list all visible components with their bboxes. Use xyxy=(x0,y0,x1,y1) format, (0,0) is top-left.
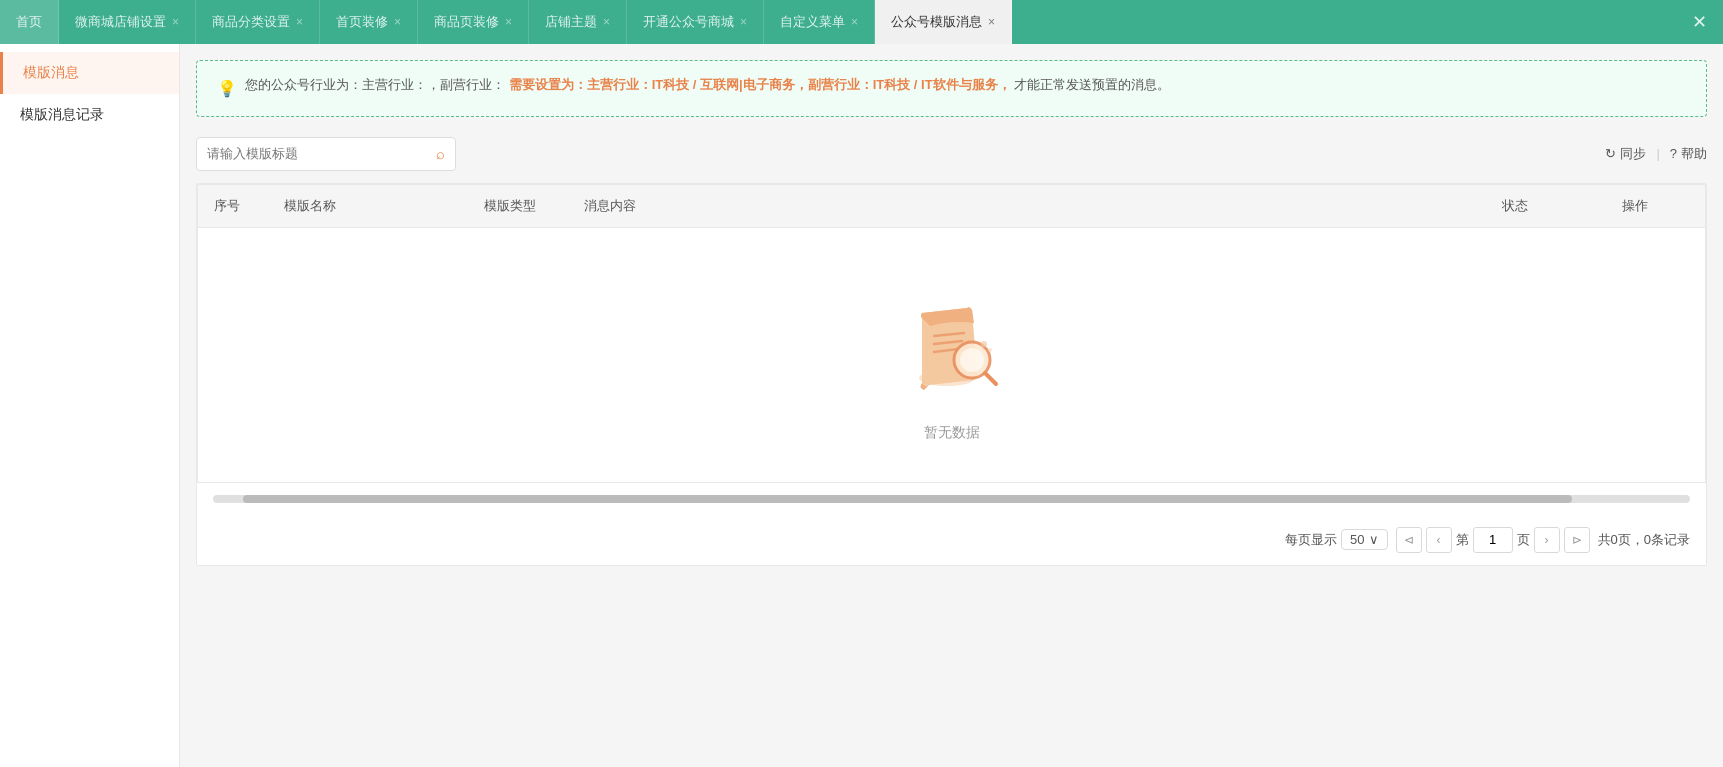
page-size-select: 每页显示 50 ∨ xyxy=(1285,529,1387,550)
page-size-dropdown[interactable]: 50 ∨ xyxy=(1341,529,1387,550)
col-header-content: 消息内容 xyxy=(568,184,1486,227)
main-content: 💡 您的公众号行业为：主营行业：，副营行业： 需要设置为：主营行业：IT科技 /… xyxy=(180,44,1723,767)
search-icon[interactable]: ⌕ xyxy=(436,145,445,162)
svg-point-8 xyxy=(988,348,992,352)
nav-tab-template-msg[interactable]: 公众号模版消息 × xyxy=(875,0,1012,44)
close-home-decor[interactable]: × xyxy=(394,16,401,28)
close-open-mall[interactable]: × xyxy=(740,16,747,28)
notice-banner: 💡 您的公众号行业为：主营行业：，副营行业： 需要设置为：主营行业：IT科技 /… xyxy=(196,60,1707,117)
nav-tab-category-settings[interactable]: 商品分类设置 × xyxy=(196,0,320,44)
close-store-theme[interactable]: × xyxy=(603,16,610,28)
close-all-tabs-button[interactable]: ✕ xyxy=(1676,0,1723,44)
nav-tab-home-decor[interactable]: 首页装修 × xyxy=(320,0,418,44)
sync-icon: ↻ xyxy=(1605,146,1616,161)
first-page-button[interactable]: ⊲ xyxy=(1396,527,1422,553)
next-page-button[interactable]: › xyxy=(1534,527,1560,553)
close-custom-menu[interactable]: × xyxy=(851,16,858,28)
page-total: 共0页，0条记录 xyxy=(1598,531,1690,549)
dropdown-icon: ∨ xyxy=(1369,532,1379,547)
empty-icon xyxy=(892,288,1012,408)
close-template-msg[interactable]: × xyxy=(988,16,995,28)
table-header: 序号 模版名称 模版类型 消息内容 状态 操作 xyxy=(198,184,1706,227)
col-header-index: 序号 xyxy=(198,184,268,227)
page-nav: ⊲ ‹ 第 页 › ⊳ xyxy=(1396,527,1590,553)
svg-line-6 xyxy=(985,373,996,384)
nav-tab-store-settings[interactable]: 微商城店铺设置 × xyxy=(59,0,196,44)
sidebar-item-template-msg[interactable]: 模版消息 xyxy=(0,52,179,94)
page-number-input[interactable] xyxy=(1473,527,1513,553)
nav-tab-product-decor[interactable]: 商品页装修 × xyxy=(418,0,529,44)
table-container: 序号 模版名称 模版类型 消息内容 状态 操作 xyxy=(196,183,1707,566)
top-nav: 首页 微商城店铺设置 × 商品分类设置 × 首页装修 × 商品页装修 × 店铺主… xyxy=(0,0,1723,44)
close-product-decor[interactable]: × xyxy=(505,16,512,28)
search-input[interactable] xyxy=(207,146,436,161)
nav-tab-open-mall[interactable]: 开通公众号商城 × xyxy=(627,0,764,44)
horizontal-scrollbar[interactable] xyxy=(197,483,1706,515)
notice-text: 您的公众号行业为：主营行业：，副营行业： 需要设置为：主营行业：IT科技 / 互… xyxy=(245,75,1170,96)
last-page-button[interactable]: ⊳ xyxy=(1564,527,1590,553)
col-header-status: 状态 xyxy=(1486,184,1606,227)
table-body: 暂无数据 xyxy=(198,227,1706,482)
main-layout: 模版消息 模版消息记录 💡 您的公众号行业为：主营行业：，副营行业： 需要设置为… xyxy=(0,44,1723,767)
search-bar: ⌕ ↻ 同步 | ? 帮助 xyxy=(196,137,1707,171)
toolbar-right: ↻ 同步 | ? 帮助 xyxy=(1605,145,1707,163)
help-button[interactable]: ? 帮助 xyxy=(1670,145,1707,163)
col-header-type: 模版类型 xyxy=(468,184,568,227)
nav-tab-home[interactable]: 首页 xyxy=(0,0,59,44)
close-category-settings[interactable]: × xyxy=(296,16,303,28)
toolbar-divider: | xyxy=(1656,146,1659,161)
empty-text: 暂无数据 xyxy=(924,424,980,442)
sidebar: 模版消息 模版消息记录 xyxy=(0,44,180,767)
col-header-action: 操作 xyxy=(1606,184,1706,227)
empty-state: 暂无数据 xyxy=(198,228,1705,482)
prev-page-button[interactable]: ‹ xyxy=(1426,527,1452,553)
sidebar-item-template-msg-record[interactable]: 模版消息记录 xyxy=(0,94,179,136)
nav-tab-custom-menu[interactable]: 自定义菜单 × xyxy=(764,0,875,44)
help-icon: ? xyxy=(1670,146,1677,161)
search-input-wrapper: ⌕ xyxy=(196,137,456,171)
nav-tab-store-theme[interactable]: 店铺主题 × xyxy=(529,0,627,44)
notice-icon: 💡 xyxy=(217,76,237,102)
close-store-settings[interactable]: × xyxy=(172,16,179,28)
pagination: 每页显示 50 ∨ ⊲ ‹ 第 页 › ⊳ 共0页，0条记录 xyxy=(197,515,1706,565)
sync-button[interactable]: ↻ 同步 xyxy=(1605,145,1646,163)
svg-point-5 xyxy=(960,348,984,372)
col-header-name: 模版名称 xyxy=(268,184,468,227)
svg-point-7 xyxy=(981,341,987,347)
data-table: 序号 模版名称 模版类型 消息内容 状态 操作 xyxy=(197,184,1706,483)
